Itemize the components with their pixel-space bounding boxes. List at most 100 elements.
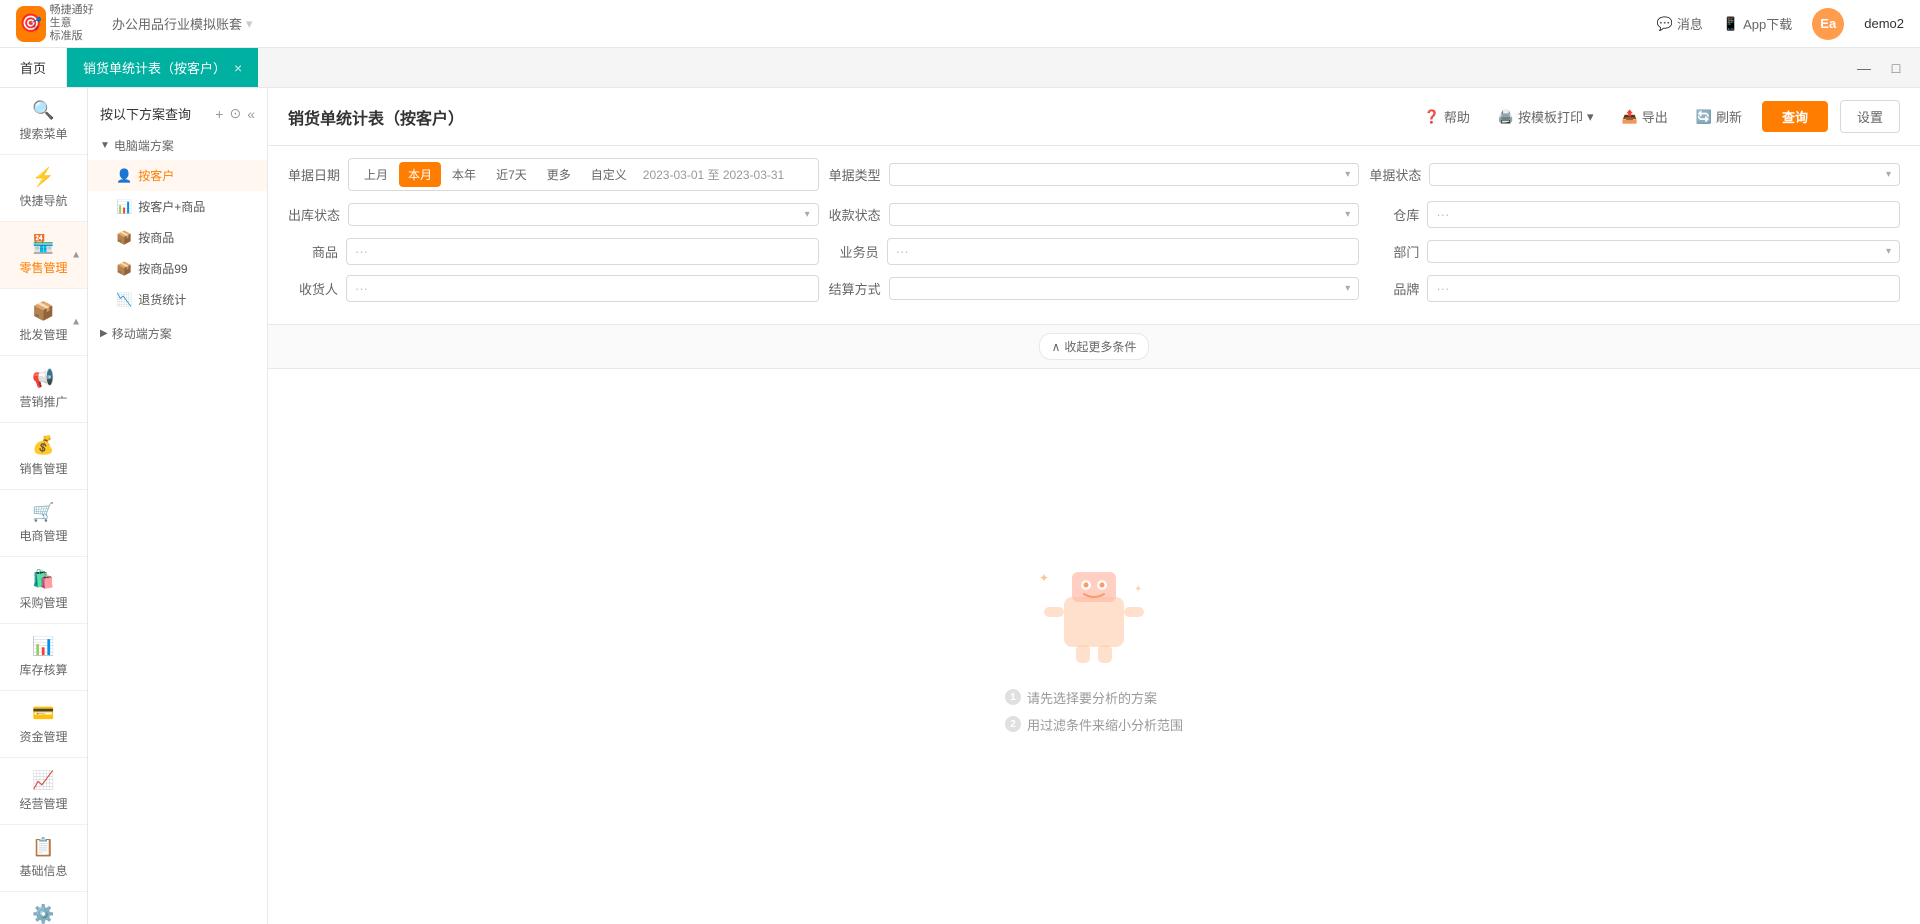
salesperson-value: ··· xyxy=(896,244,1351,259)
print-arrow: ▾ xyxy=(1587,109,1594,125)
help-button[interactable]: ❓ 帮助 xyxy=(1416,103,1478,130)
tab-active[interactable]: 销货单统计表（按客户） × xyxy=(67,48,258,87)
tab-minimize-button[interactable]: — xyxy=(1852,56,1876,80)
sidebar-item-retail[interactable]: 🏪 零售管理 ▲ xyxy=(0,222,87,289)
user-name[interactable]: demo2 xyxy=(1864,16,1904,31)
sidebar-item-inventory[interactable]: 📊 库存核算 xyxy=(0,624,87,691)
bill-type-arrow: ▾ xyxy=(1345,169,1350,180)
sidebar-item-search[interactable]: 🔍 搜索菜单 xyxy=(0,88,87,155)
sidebar-item-sales[interactable]: 💰 销售管理 xyxy=(0,423,87,490)
sidebar-item-marketing[interactable]: 📢 营销推广 xyxy=(0,356,87,423)
sidebar-item-wholesale[interactable]: 📦 批发管理 ▲ xyxy=(0,289,87,356)
filter-receipt-status: 收款状态 ▾ xyxy=(829,201,1360,228)
svg-text:✦: ✦ xyxy=(1134,584,1142,595)
by-product-label: 按商品 xyxy=(138,229,174,246)
receipt-status-arrow: ▾ xyxy=(1345,209,1350,220)
dept-label: 部门 xyxy=(1369,242,1419,261)
breadcrumb-arrow: ▾ xyxy=(246,16,253,32)
out-status-arrow: ▾ xyxy=(805,209,810,220)
goods-label: 商品 xyxy=(288,242,338,261)
logo-sub-label: 标准版 xyxy=(50,30,104,43)
out-status-select[interactable]: ▾ xyxy=(348,203,819,226)
search-icon: 🔍 xyxy=(32,100,54,121)
message-icon: 💬 xyxy=(1657,16,1673,32)
export-button[interactable]: 📤 导出 xyxy=(1614,103,1676,130)
sidebar-item-quick-nav[interactable]: ⚡ 快捷导航 xyxy=(0,155,87,222)
settings-scheme-button[interactable]: ⊙ xyxy=(229,105,241,122)
sidebar-wholesale-arrow: ▲ xyxy=(71,317,81,328)
sidebar-item-wholesale-label: 批发管理 xyxy=(19,326,67,343)
mobile-section-title[interactable]: ▶ 移动端方案 xyxy=(88,319,267,348)
empty-illustration: ✦ ✦ xyxy=(1034,552,1154,672)
app-icon: 📱 xyxy=(1723,16,1739,32)
date-tab-7days[interactable]: 近7天 xyxy=(487,162,536,187)
bill-type-select[interactable]: ▾ xyxy=(889,163,1360,186)
avatar[interactable]: Ea xyxy=(1812,8,1844,40)
tab-bar: 首页 销货单统计表（按客户） × — □ xyxy=(0,48,1920,88)
filter-row-1: 单据日期 上月 本月 本年 近7天 更多 自定义 2023-03-01 至 20… xyxy=(288,158,1900,191)
return-stats-icon: 📉 xyxy=(116,292,132,308)
operations-icon: 📈 xyxy=(32,770,54,791)
settlement-select[interactable]: ▾ xyxy=(889,277,1360,300)
tab-maximize-button[interactable]: □ xyxy=(1884,56,1908,80)
date-tab-custom[interactable]: 自定义 xyxy=(582,162,636,187)
mobile-section: ▶ 移动端方案 xyxy=(88,319,267,348)
app-download-button[interactable]: 📱 App下载 xyxy=(1723,14,1792,33)
refresh-button[interactable]: 🔄 刷新 xyxy=(1688,103,1750,130)
warehouse-select[interactable]: ··· xyxy=(1427,201,1900,228)
warehouse-label: 仓库 xyxy=(1369,205,1419,224)
print-button[interactable]: 🖨️ 按模板打印 ▾ xyxy=(1490,103,1602,130)
dept-select[interactable]: ▾ xyxy=(1427,240,1900,263)
sidebar-item-operations[interactable]: 📈 经营管理 xyxy=(0,758,87,825)
by-customer-product-icon: 📊 xyxy=(116,199,132,215)
receipt-status-label: 收款状态 xyxy=(829,205,881,224)
sidebar-item-purchase[interactable]: 🛍️ 采购管理 xyxy=(0,557,87,624)
sidebar-item-marketing-label: 营销推广 xyxy=(19,393,67,410)
scheme-item-return-stats[interactable]: 📉 退货统计 xyxy=(88,284,267,315)
bill-status-select[interactable]: ▾ xyxy=(1429,163,1900,186)
filter-salesperson: 业务员 ··· xyxy=(829,238,1360,265)
desktop-section-title[interactable]: ▼ 电脑端方案 xyxy=(88,131,267,160)
sidebar-item-basic[interactable]: 📋 基础信息 xyxy=(0,825,87,892)
by-customer-label: 按客户 xyxy=(138,167,174,184)
filter-date: 单据日期 上月 本月 本年 近7天 更多 自定义 2023-03-01 至 20… xyxy=(288,158,819,191)
sidebar-item-finance-label: 资金管理 xyxy=(19,728,67,745)
sidebar-item-purchase-label: 采购管理 xyxy=(19,594,67,611)
recipient-select[interactable]: ··· xyxy=(346,275,819,302)
sidebar-item-system[interactable]: ⚙️ 系统管理 xyxy=(0,892,87,924)
sidebar-item-finance[interactable]: 💳 资金管理 xyxy=(0,691,87,758)
scheme-item-by-customer[interactable]: 👤 按客户 xyxy=(88,160,267,191)
tab-close-button[interactable]: × xyxy=(234,60,242,76)
message-button[interactable]: 💬 消息 xyxy=(1657,14,1703,33)
goods-select[interactable]: ··· xyxy=(346,238,819,265)
brand-select[interactable]: ··· xyxy=(1427,275,1900,302)
date-tab-this-month[interactable]: 本月 xyxy=(399,162,441,187)
main-layout: 🔍 搜索菜单 ⚡ 快捷导航 🏪 零售管理 ▲ 📦 批发管理 ▲ 📢 营销推广 💰… xyxy=(0,88,1920,924)
salesperson-select[interactable]: ··· xyxy=(887,238,1360,265)
sidebar-item-ecommerce[interactable]: 🛒 电商管理 xyxy=(0,490,87,557)
settings-button[interactable]: 设置 xyxy=(1840,100,1900,133)
salesperson-label: 业务员 xyxy=(829,242,879,261)
sidebar-item-retail-label: 零售管理 xyxy=(19,259,67,276)
filter-settlement: 结算方式 ▾ xyxy=(829,275,1360,302)
query-button[interactable]: 查询 xyxy=(1762,101,1828,132)
sidebar-item-sales-label: 销售管理 xyxy=(19,460,67,477)
scheme-item-by-product-99[interactable]: 📦 按商品99 xyxy=(88,253,267,284)
sidebar-item-operations-label: 经营管理 xyxy=(19,795,67,812)
quick-nav-icon: ⚡ xyxy=(32,167,54,188)
help-icon: ❓ xyxy=(1424,109,1440,125)
scheme-item-by-product[interactable]: 📦 按商品 xyxy=(88,222,267,253)
add-scheme-button[interactable]: + xyxy=(215,106,223,122)
collapse-scheme-button[interactable]: « xyxy=(247,106,255,122)
scheme-item-by-customer-product[interactable]: 📊 按客户+商品 xyxy=(88,191,267,222)
date-tab-last-month[interactable]: 上月 xyxy=(355,162,397,187)
content-area: 销货单统计表（按客户） ❓ 帮助 🖨️ 按模板打印 ▾ 📤 导出 🔄 刷新 xyxy=(268,88,1920,924)
date-tab-this-year[interactable]: 本年 xyxy=(443,162,485,187)
bill-status-label: 单据状态 xyxy=(1369,165,1421,184)
collapse-button[interactable]: ∧ 收起更多条件 xyxy=(1039,333,1150,360)
tab-home[interactable]: 首页 xyxy=(0,48,67,87)
sub-panel-title: 按以下方案查询 xyxy=(100,104,191,123)
date-tab-more[interactable]: 更多 xyxy=(538,162,580,187)
receipt-status-select[interactable]: ▾ xyxy=(889,203,1360,226)
sidebar-item-search-label: 搜索菜单 xyxy=(19,125,67,142)
